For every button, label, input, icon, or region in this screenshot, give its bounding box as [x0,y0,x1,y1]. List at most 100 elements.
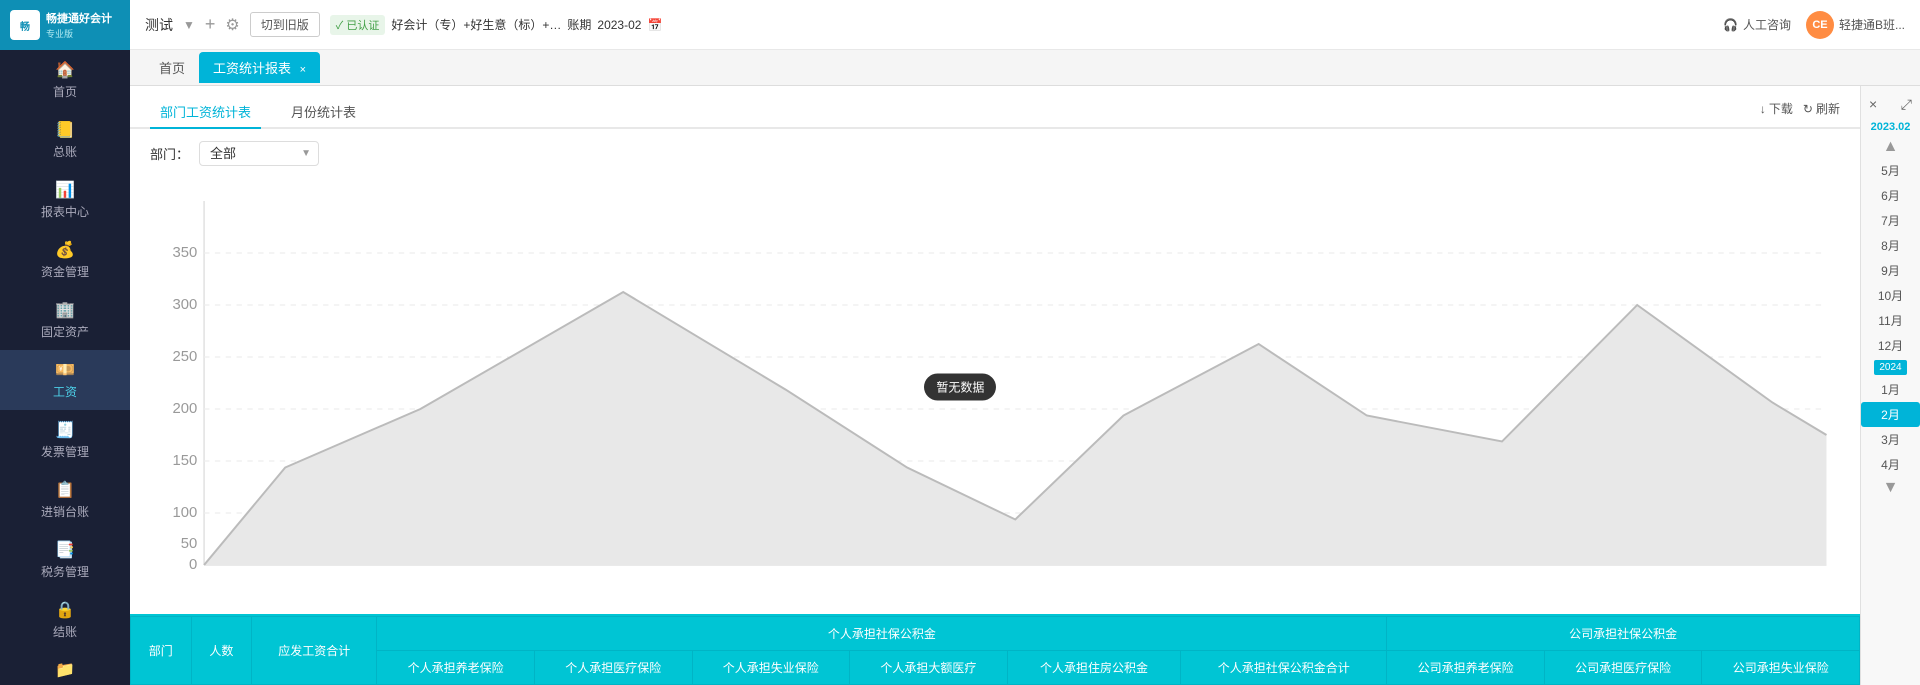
th-p-housing: 个人承担住房公积金 [1007,651,1181,685]
month-4[interactable]: 4月 [1861,452,1920,477]
sidebar-item-ledger[interactable]: 📒 总账 [0,110,130,170]
th-p-total: 个人承担社保公积金合计 [1181,651,1387,685]
sidebar-item-invoice[interactable]: 🧾 发票管理 [0,410,130,470]
tabbar: 首页 工资统计报表 × [130,50,1920,86]
month-5[interactable]: 5月 [1861,158,1920,183]
subtab-actions: ↓ 下载 ↻ 刷新 [1760,100,1840,123]
month-2[interactable]: 2月 [1861,402,1920,427]
panel-close-icon[interactable]: × [1869,96,1877,113]
nav-up-icon[interactable]: ▲ [1881,136,1901,158]
verified-badge: ✓ 已认证 [330,15,386,35]
tax-icon: 📑 [55,540,75,560]
salary-table: 部门 人数 应发工资合计 个人承担社保公积金 公司承担社保公积金 个人承担养老保… [130,616,1860,685]
human-service-btn[interactable]: 🎧 人工咨询 [1723,16,1791,33]
sidebar-item-label: 总账 [53,143,77,160]
sidebar-item-sales[interactable]: 📋 进销台账 [0,470,130,530]
topbar: 测试 ▼ + ⚙ 切到旧版 ✓ 已认证 好会计（专）+好生意（标）+… 账期 2… [130,0,1920,50]
sidebar-item-funds[interactable]: 💰 资金管理 [0,230,130,290]
sidebar-item-assets[interactable]: 🏢 固定资产 [0,290,130,350]
dept-filter-label: 部门： [150,144,189,163]
th-c-medical: 公司承担医疗保险 [1544,651,1702,685]
status-tags: 好会计（专）+好生意（标）+… [391,16,561,33]
sidebar-item-label: 进销台账 [41,503,89,520]
month-9[interactable]: 9月 [1861,258,1920,283]
logo-subtitle: 专业版 [46,27,112,40]
th-total-salary: 应发工资合计 [252,617,377,685]
dept-select-wrapper: 全部 部门一 部门二 部门三 ▼ [199,141,319,166]
sidebar-item-label: 发票管理 [41,443,89,460]
th-p-unemployment: 个人承担失业保险 [692,651,850,685]
right-panel: × ⤢ 2023.02 ▲ 5月 6月 7月 8月 9月 10月 11月 12月… [1860,86,1920,685]
ledger-icon: 📒 [55,120,75,140]
sidebar-item-reports[interactable]: 📊 报表中心 [0,170,130,230]
th-p-major-medical: 个人承担大额医疗 [850,651,1008,685]
user-menu[interactable]: CE 轻捷通B班... [1806,11,1905,39]
sidebar-item-label: 资金管理 [41,263,89,280]
tab-salary-stats[interactable]: 工资统计报表 × [199,52,320,83]
nav-down-icon[interactable]: ▼ [1881,477,1901,499]
period-label: 账期 [567,16,591,33]
avatar: CE [1806,11,1834,39]
dept-select[interactable]: 全部 部门一 部门二 部门三 [199,141,319,166]
th-personal-group: 个人承担社保公积金 [377,617,1387,651]
month-3[interactable]: 3月 [1861,427,1920,452]
calendar-icon[interactable]: 📅 [647,18,662,32]
sidebar-item-label: 工资 [53,383,77,400]
subtab-dept[interactable]: 部门工资统计表 [150,96,261,129]
month-6[interactable]: 6月 [1861,183,1920,208]
salary-icon: 💴 [55,360,75,380]
refresh-btn[interactable]: ↻ 刷新 [1803,100,1840,117]
sidebar-logo: 畅 畅捷通好会计 专业版 [0,0,130,50]
month-11[interactable]: 11月 [1861,308,1920,333]
logo-title: 畅捷通好会计 [46,10,112,26]
logo-icon: 畅 [10,10,40,40]
th-p-pension: 个人承担养老保险 [377,651,535,685]
download-label: 下载 [1769,100,1793,117]
svg-text:150: 150 [173,453,198,469]
content-area: 部门工资统计表 月份统计表 ↓ 下载 ↻ 刷新 [130,86,1920,685]
switch-old-btn[interactable]: 切到旧版 [250,12,320,37]
chart-svg: 350 300 250 200 150 100 50 0 [150,188,1840,604]
sales-icon: 📋 [55,480,75,500]
panel-expand-icon[interactable]: ⤢ [1901,96,1912,113]
topbar-status: ✓ 已认证 好会计（专）+好生意（标）+… 账期 2023-02 📅 [330,15,663,35]
sidebar-item-archive[interactable]: 📁 归档管理 [0,650,130,685]
month-12[interactable]: 12月 [1861,333,1920,358]
month-7[interactable]: 7月 [1861,208,1920,233]
sidebar-item-closing[interactable]: 🔒 结账 [0,590,130,650]
subtab-monthly[interactable]: 月份统计表 [281,96,366,129]
assets-icon: 🏢 [55,300,75,320]
funds-icon: 💰 [55,240,75,260]
sidebar-item-home[interactable]: 🏠 首页 [0,50,130,110]
sidebar-item-salary[interactable]: 💴 工资 [0,350,130,410]
dropdown-arrow-icon[interactable]: ▼ [183,18,195,32]
chart-container: 350 300 250 200 150 100 50 0 暂无数据 [130,178,1860,614]
settings-button[interactable]: ⚙ [225,15,239,35]
svg-text:50: 50 [181,536,198,552]
sidebar-item-tax[interactable]: 📑 税务管理 [0,530,130,590]
svg-text:200: 200 [173,401,198,417]
tab-salary-label: 工资统计报表 [213,61,291,76]
month-10[interactable]: 10月 [1861,283,1920,308]
filter-row: 部门： 全部 部门一 部门二 部门三 ▼ [130,129,1860,178]
topbar-right: 🎧 人工咨询 CE 轻捷通B班... [1723,11,1905,39]
right-panel-controls: × ⤢ [1861,91,1920,118]
human-service-label: 人工咨询 [1743,16,1791,33]
main-area: 测试 ▼ + ⚙ 切到旧版 ✓ 已认证 好会计（专）+好生意（标）+… 账期 2… [130,0,1920,685]
month-8[interactable]: 8月 [1861,233,1920,258]
tab-close-btn[interactable]: × [300,64,306,76]
subtabs: 部门工资统计表 月份统计表 ↓ 下载 ↻ 刷新 [130,86,1860,129]
user-name: 轻捷通B班... [1839,16,1905,33]
subtab-monthly-label: 月份统计表 [291,105,356,120]
svg-text:100: 100 [173,505,198,521]
year-label: 2023.02 [1866,118,1916,136]
add-button[interactable]: + [205,14,216,35]
bottom-table: 部门 人数 应发工资合计 个人承担社保公积金 公司承担社保公积金 个人承担养老保… [130,614,1860,685]
month-1[interactable]: 1月 [1861,377,1920,402]
closing-icon: 🔒 [55,600,75,620]
sidebar-item-label: 税务管理 [41,563,89,580]
download-btn[interactable]: ↓ 下载 [1760,100,1793,117]
tab-home[interactable]: 首页 [145,52,199,83]
sidebar-nav: 🏠 首页 📒 总账 📊 报表中心 💰 资金管理 🏢 固定资产 💴 工资 🧾 发票… [0,50,130,685]
content-main: 部门工资统计表 月份统计表 ↓ 下载 ↻ 刷新 [130,86,1860,685]
